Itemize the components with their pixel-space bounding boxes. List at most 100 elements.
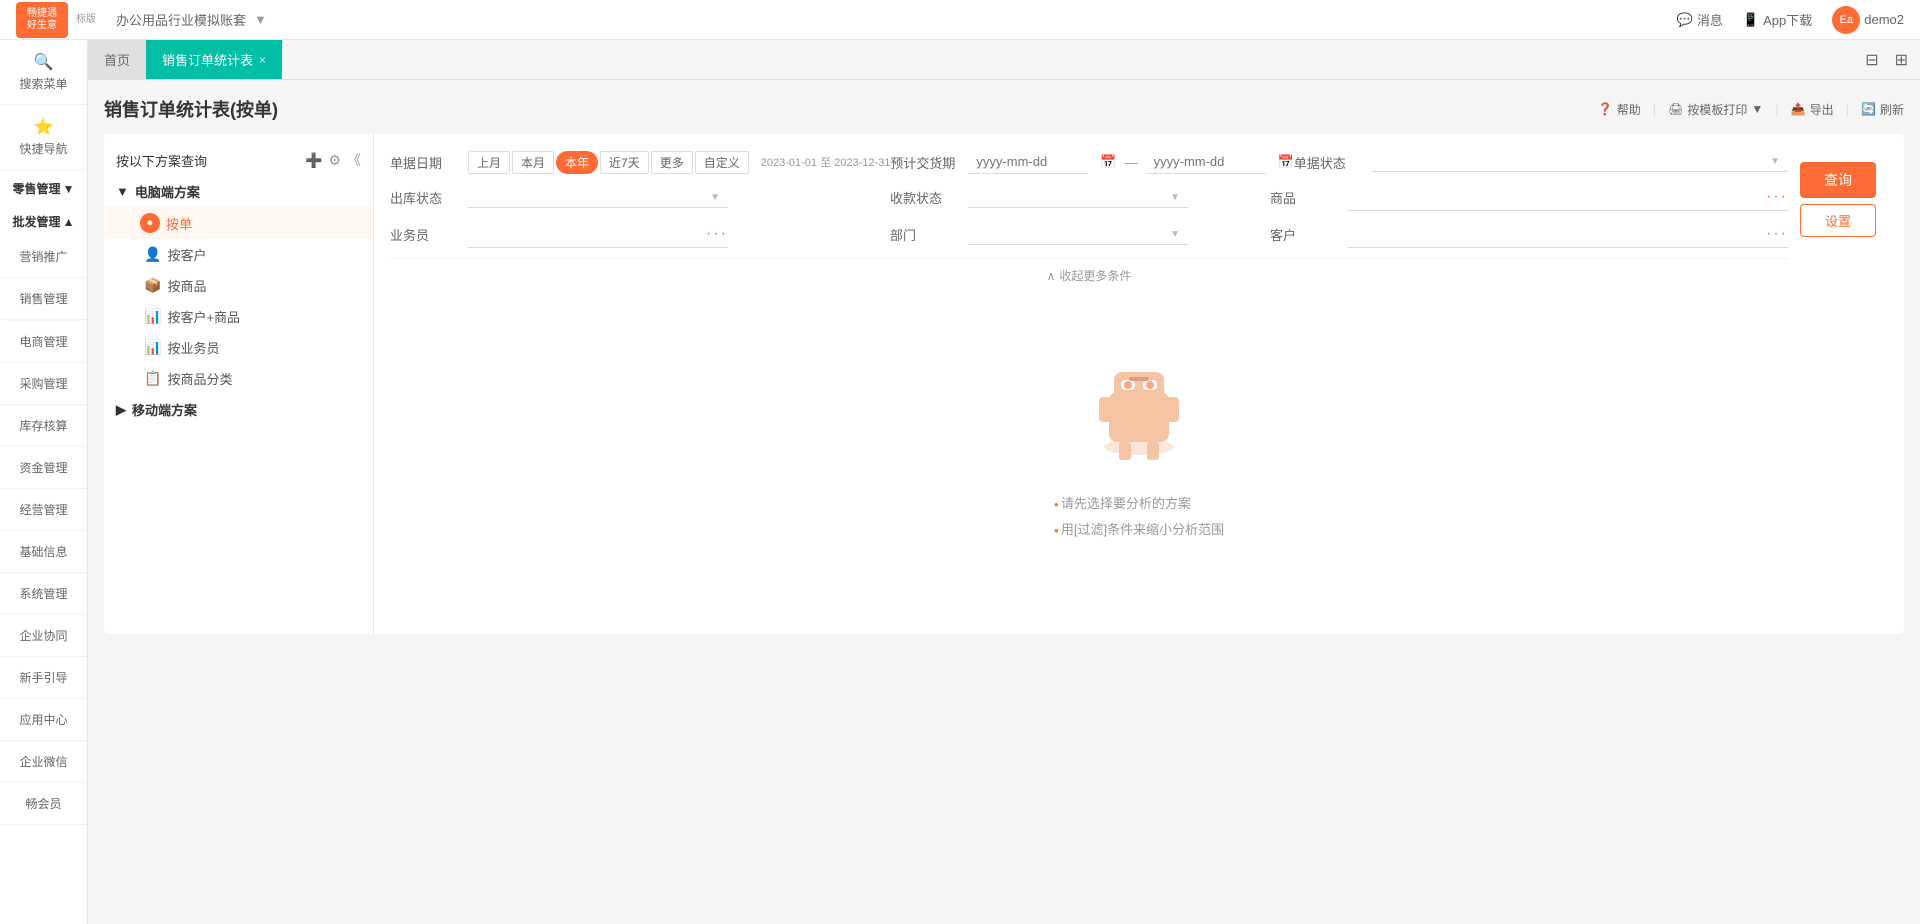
sidebar-section-wholesale[interactable]: 批发管理 ▲ [0, 203, 87, 236]
print-dropdown-icon: ▼ [1751, 102, 1763, 116]
dropdown-icon[interactable]: ▼ [254, 12, 267, 27]
tree-item-by-category[interactable]: 📋 按商品分类 [104, 363, 373, 394]
filter-fields: 单据日期 上月 本月 本年 近7天 更多 自定义 [390, 150, 1788, 292]
refresh-icon: 🔄 [1861, 102, 1876, 116]
date-btn-lastmonth[interactable]: 上月 [468, 151, 510, 174]
receive-status-label: 收款状态 [890, 188, 960, 207]
goods-label: 商品 [1270, 188, 1340, 207]
tree-item-by-category-label: 按商品分类 [167, 369, 232, 388]
workspace-title: 办公用品行业模拟账套 [116, 10, 246, 29]
sidebar-item-basic[interactable]: 基础信息 [0, 531, 87, 573]
logo: 畅捷通好生意 [16, 2, 68, 38]
tab-minimize-btn[interactable]: ⊟ [1861, 46, 1882, 74]
department-select[interactable]: ▼ [968, 225, 1188, 245]
collapse-label: 收起更多条件 [1059, 267, 1131, 284]
sidebar-item-ecommerce[interactable]: 电商管理 [0, 321, 87, 363]
tree-pc-label: 电脑端方案 [135, 182, 200, 201]
sidebar-search-label: 搜索菜单 [19, 75, 67, 92]
sidebar-item-marketing[interactable]: 营销推广 [0, 236, 87, 278]
sidebar-item-search[interactable]: 🔍 搜索菜单 [0, 40, 87, 105]
expected-date-end[interactable] [1146, 150, 1266, 174]
tab-active[interactable]: 销售订单统计表 × [146, 40, 282, 79]
date-btn-thisyear[interactable]: 本年 [556, 151, 598, 174]
filter-row-3: 业务员 ··· 部门 ▼ [390, 221, 1788, 248]
sidebar-item-appcenter[interactable]: 应用中心 [0, 699, 87, 741]
scheme-settings-btn[interactable]: ⚙ [328, 152, 341, 169]
expected-date-start[interactable] [968, 150, 1088, 174]
out-status-select[interactable]: ▼ [468, 188, 728, 208]
expected-date-label: 预计交货期 [890, 153, 960, 172]
cal-icon-end[interactable]: 📅 [1278, 154, 1294, 170]
tree-item-by-order[interactable]: ● 按单 [104, 207, 373, 239]
date-btn-custom[interactable]: 自定义 [695, 151, 749, 174]
page-content: 销售订单统计表(按单) ❓ 帮助 | 🖨 按模板打印 ▼ | 📤 [88, 80, 1920, 924]
appcenter-label: 应用中心 [19, 711, 67, 728]
collapse-panel-btn[interactable]: 《 [347, 150, 361, 170]
tab-maximize-btn[interactable]: ⊞ [1891, 46, 1912, 74]
settings-button[interactable]: 设置 [1800, 204, 1876, 237]
receive-status-select[interactable]: ▼ [968, 188, 1188, 208]
bill-status-dropdown-icon: ▼ [1770, 156, 1780, 167]
empty-tip-1: 请先选择要分析的方案 [1054, 491, 1224, 517]
sidebar-item-newbie[interactable]: 新手引导 [0, 657, 87, 699]
salesperson-more-btn[interactable]: ··· [706, 225, 728, 243]
subtitle-label: 标版 [76, 13, 96, 26]
tree-item-by-salesperson[interactable]: 📊 按业务员 [104, 332, 373, 363]
tree-item-by-salesperson-label: 按业务员 [167, 338, 219, 357]
sidebar-item-system[interactable]: 系统管理 [0, 573, 87, 615]
sidebar-item-enterprise[interactable]: 企业协同 [0, 615, 87, 657]
tree-parent-pc[interactable]: ▼ 电脑端方案 [104, 176, 373, 207]
add-scheme-btn[interactable]: ➕ [305, 152, 322, 169]
date-btn-last7days[interactable]: 近7天 [600, 151, 649, 174]
tab-controls: ⊟ ⊞ [1861, 46, 1920, 74]
sidebar-item-sales-mgmt[interactable]: 销售管理 [0, 278, 87, 320]
date-btn-thismonth[interactable]: 本月 [512, 151, 554, 174]
tree-parent-mobile[interactable]: ▶ 移动端方案 [104, 394, 373, 425]
wholesale-label: 批发管理 [13, 213, 61, 230]
collapse-bar[interactable]: ∧ 收起更多条件 [390, 258, 1788, 292]
tree-item-by-customer-goods[interactable]: 📊 按客户+商品 [104, 301, 373, 332]
tree-mobile-label: 移动端方案 [132, 400, 197, 419]
tree-item-by-customer[interactable]: 👤 按客户 [104, 239, 373, 270]
sidebar-item-quick-nav[interactable]: ⭐ 快捷导航 [0, 105, 87, 170]
sidebar-item-finance[interactable]: 资金管理 [0, 447, 87, 489]
tab-home[interactable]: 首页 [88, 40, 146, 79]
help-btn[interactable]: ❓ 帮助 [1598, 101, 1641, 118]
customer-more-btn[interactable]: ··· [1766, 225, 1788, 243]
message-btn[interactable]: 💬 消息 [1677, 10, 1723, 29]
search-icon: 🔍 [34, 52, 54, 72]
print-btn[interactable]: 🖨 按模板打印 ▼ [1668, 101, 1763, 118]
user-name: demo2 [1864, 12, 1904, 27]
sidebar-item-member[interactable]: 畅会员 [0, 783, 87, 825]
receive-status-dropdown-icon: ▼ [1170, 192, 1180, 203]
out-status-dropdown-icon: ▼ [710, 192, 720, 203]
date-btn-more[interactable]: 更多 [651, 151, 693, 174]
user-menu[interactable]: Ea demo2 [1832, 6, 1904, 34]
export-btn[interactable]: 📤 导出 [1791, 101, 1834, 118]
cal-icon-start[interactable]: 📅 [1100, 154, 1116, 170]
main-layout: 🔍 搜索菜单 ⭐ 快捷导航 零售管理 ▼ 批发管理 ▲ 营销推广 销售管理 电商… [0, 40, 1920, 924]
refresh-btn[interactable]: 🔄 刷新 [1861, 101, 1904, 118]
tab-active-label: 销售订单统计表 [162, 50, 253, 69]
left-panel-title: 按以下方案查询 [116, 151, 207, 170]
out-status-group: 出库状态 ▼ [390, 188, 890, 208]
split-layout: 按以下方案查询 ➕ ⚙ 《 ▼ 电脑端方案 ● 按单 [104, 134, 1904, 634]
collapse-icon: ∧ [1047, 269, 1056, 283]
tree-item-by-goods[interactable]: 📦 按商品 [104, 270, 373, 301]
app-download-btn[interactable]: 📱 App下载 [1743, 10, 1812, 29]
tab-close-btn[interactable]: × [259, 53, 266, 67]
customer-group: 客户 ··· [1270, 221, 1788, 248]
customer-icon: 👤 [144, 246, 161, 263]
sidebar-item-wechat[interactable]: 企业微信 [0, 741, 87, 783]
goods-more-btn[interactable]: ··· [1766, 188, 1788, 206]
sidebar-item-inventory[interactable]: 库存核算 [0, 405, 87, 447]
purchase-label: 采购管理 [19, 375, 67, 392]
search-button[interactable]: 查询 [1800, 162, 1876, 198]
sidebar-item-purchase[interactable]: 采购管理 [0, 363, 87, 405]
bill-status-select[interactable]: ▼ [1372, 152, 1788, 172]
left-panel-header: 按以下方案查询 ➕ ⚙ 《 [104, 144, 373, 176]
sidebar-item-operations[interactable]: 经营管理 [0, 489, 87, 531]
salesperson-icon: 📊 [144, 339, 161, 356]
sidebar-section-retail[interactable]: 零售管理 ▼ [0, 170, 87, 203]
tree-item-by-customer-label: 按客户 [167, 245, 206, 264]
